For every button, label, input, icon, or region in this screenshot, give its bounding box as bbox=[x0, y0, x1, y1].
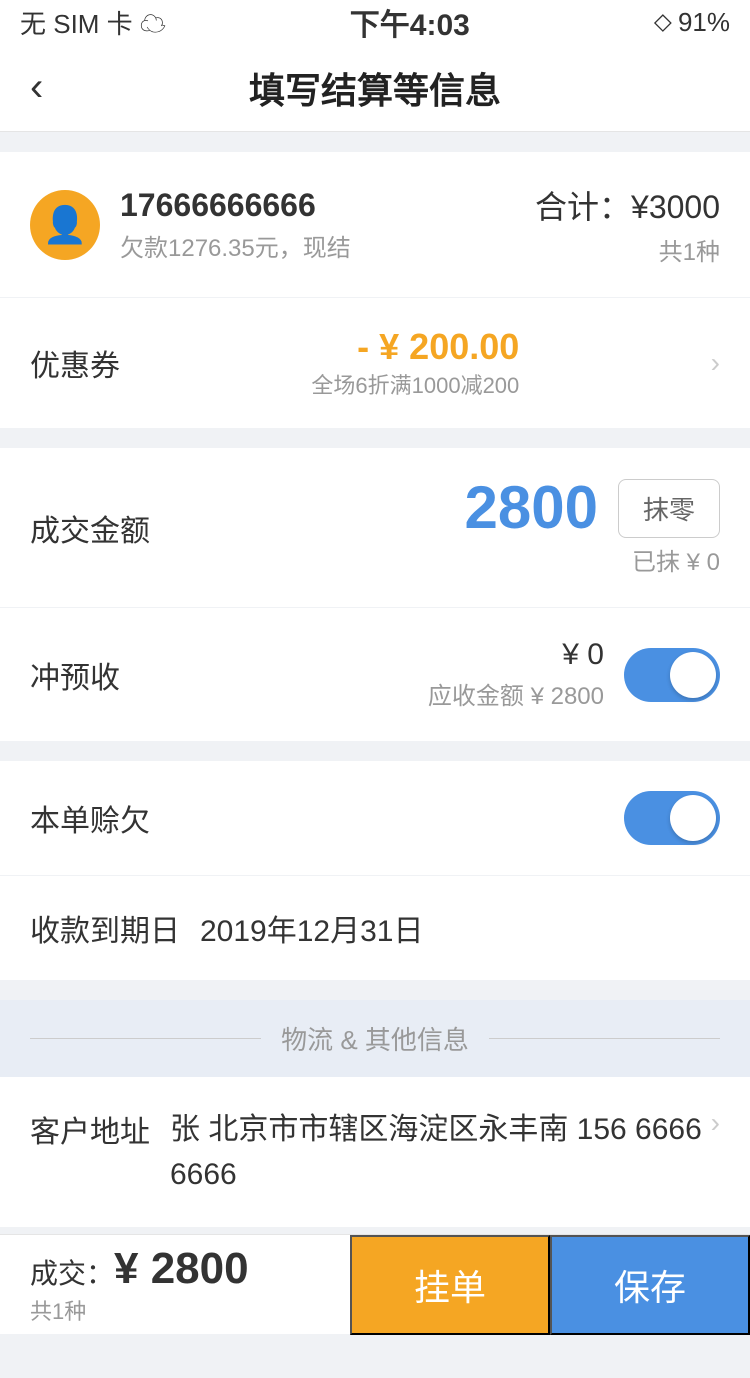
coupon-desc: 全场6折满1000减200 bbox=[311, 368, 519, 400]
prepay-right: ¥ 0 应收金额 ¥ 2800 bbox=[428, 638, 604, 711]
user-card-left: 👤 17666666666 欠款1276.35元，现结 bbox=[30, 187, 351, 263]
logistics-title: 物流 & 其他信息 bbox=[281, 1020, 469, 1057]
bottom-bar: 成交：¥ 2800 共1种 挂单 保存 bbox=[0, 1234, 750, 1334]
address-text: 张 北京市市辖区海淀区永丰南 156 6666 6666 bbox=[170, 1107, 711, 1197]
prepay-toggle[interactable] bbox=[624, 648, 720, 702]
deal-amount-label: 成交金额 bbox=[30, 506, 150, 550]
user-card-right: 合计：¥3000 共1种 bbox=[535, 182, 720, 267]
user-phone: 17666666666 bbox=[120, 187, 351, 224]
address-chevron-icon: › bbox=[711, 1107, 720, 1139]
save-button[interactable]: 保存 bbox=[550, 1235, 750, 1335]
address-label: 客户地址 bbox=[30, 1107, 150, 1151]
user-debt: 欠款1276.35元，现结 bbox=[120, 228, 351, 263]
round-button[interactable]: 抹零 bbox=[618, 479, 720, 538]
chevron-right-icon: › bbox=[711, 347, 720, 379]
prepay-sub: 应收金额 ¥ 2800 bbox=[428, 676, 604, 711]
user-card: 👤 17666666666 欠款1276.35元，现结 合计：¥3000 共1种 bbox=[0, 152, 750, 297]
debt-toggle[interactable] bbox=[624, 791, 720, 845]
bottom-info: 成交：¥ 2800 共1种 bbox=[0, 1244, 350, 1326]
battery-icon: ⬦ bbox=[654, 6, 672, 38]
prepay-row: 冲预收 ¥ 0 应收金额 ¥ 2800 bbox=[0, 608, 750, 741]
logistics-line-right bbox=[489, 1038, 720, 1039]
debt-section: 本单赊欠 bbox=[0, 761, 750, 875]
bottom-total-line: 成交：¥ 2800 bbox=[30, 1244, 320, 1294]
bottom-total-count: 共1种 bbox=[30, 1294, 320, 1326]
form-section: 成交金额 2800 抹零 已抹 ¥ 0 冲预收 ¥ 0 应收金额 ¥ 2800 bbox=[0, 448, 750, 741]
status-bar: 无 SIM 卡 ☁ 下午4:03 ⬦ 91% bbox=[0, 0, 750, 44]
deal-amount-number: 2800 bbox=[465, 478, 598, 538]
bottom-total-label: 成交： bbox=[30, 1258, 114, 1289]
total-label: 合计： bbox=[535, 189, 631, 225]
battery-percent: 91% bbox=[678, 7, 730, 38]
due-date-label: 收款到期日 bbox=[30, 906, 180, 950]
status-time: 下午4:03 bbox=[350, 0, 470, 44]
address-row[interactable]: 客户地址 张 北京市市辖区海淀区永丰南 156 6666 6666 › bbox=[0, 1077, 750, 1228]
nav-bar: ‹ 填写结算等信息 bbox=[0, 44, 750, 132]
due-date-value: 2019年12月31日 bbox=[200, 906, 423, 950]
prepay-amount: ¥ 0 bbox=[428, 638, 604, 672]
coupon-label: 优惠券 bbox=[30, 341, 120, 385]
deal-amount-sub: 已抹 ¥ 0 bbox=[632, 542, 720, 577]
divider-1 bbox=[0, 428, 750, 448]
due-date-row: 收款到期日 2019年12月31日 bbox=[0, 876, 750, 980]
avatar: 👤 bbox=[30, 190, 100, 260]
user-info: 17666666666 欠款1276.35元，现结 bbox=[120, 187, 351, 263]
total-amount: 合计：¥3000 bbox=[535, 182, 720, 228]
bottom-total-amount: ¥ 2800 bbox=[114, 1244, 249, 1293]
total-value: ¥3000 bbox=[631, 189, 720, 225]
logistics-header: 物流 & 其他信息 bbox=[0, 1000, 750, 1077]
page-title: 填写结算等信息 bbox=[249, 62, 501, 114]
logistics-line-left bbox=[30, 1038, 261, 1039]
divider-3 bbox=[0, 980, 750, 1000]
debt-label: 本单赊欠 bbox=[30, 796, 150, 840]
status-left: 无 SIM 卡 ☁ bbox=[20, 4, 166, 41]
back-button[interactable]: ‹ bbox=[30, 65, 43, 110]
prepay-label: 冲预收 bbox=[30, 653, 120, 697]
divider-2 bbox=[0, 741, 750, 761]
coupon-row[interactable]: 优惠券 - ¥ 200.00 全场6折满1000减200 › bbox=[0, 298, 750, 428]
debt-row: 本单赊欠 bbox=[0, 761, 750, 875]
coupon-right: - ¥ 200.00 全场6折满1000减200 bbox=[311, 326, 519, 400]
deal-amount-row: 成交金额 2800 抹零 已抹 ¥ 0 bbox=[0, 448, 750, 608]
status-right: ⬦ 91% bbox=[654, 6, 730, 38]
deal-amount-area: 2800 抹零 bbox=[465, 478, 721, 538]
hold-button[interactable]: 挂单 bbox=[350, 1235, 550, 1335]
total-count: 共1种 bbox=[535, 232, 720, 267]
sim-status: 无 SIM 卡 ☁ bbox=[20, 4, 166, 41]
coupon-amount: - ¥ 200.00 bbox=[311, 326, 519, 368]
